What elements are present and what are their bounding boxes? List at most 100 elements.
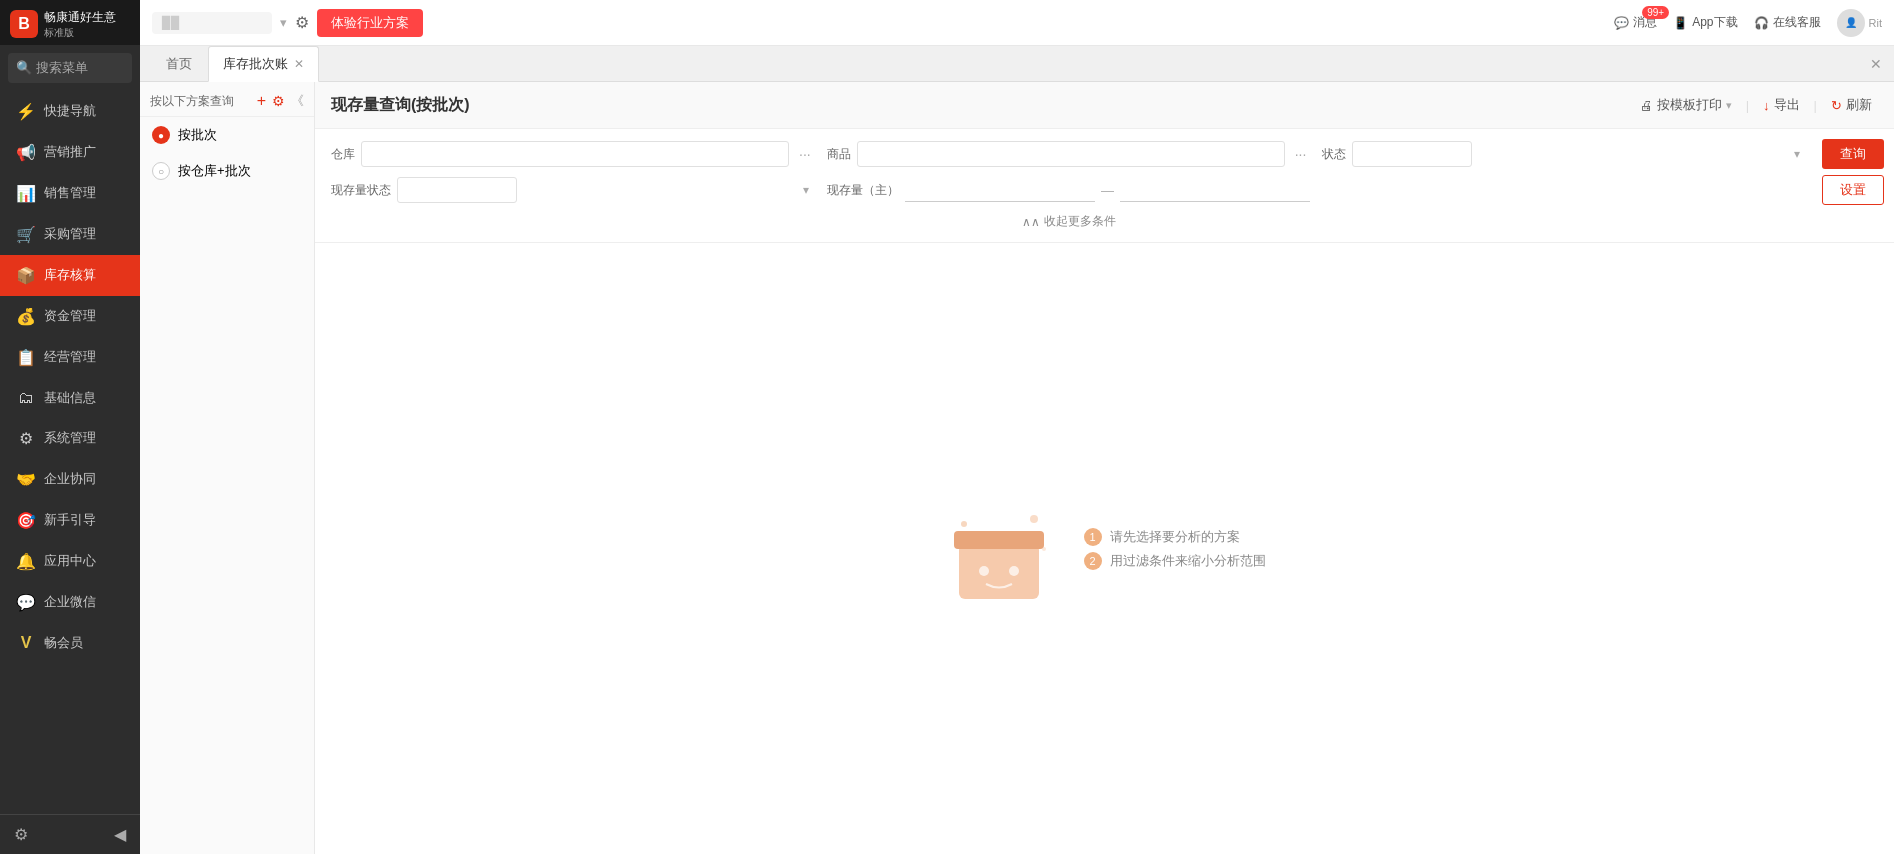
svg-rect-0 — [959, 544, 1039, 599]
svg-point-4 — [1030, 515, 1038, 523]
status-label: 状态 — [1322, 146, 1346, 163]
finance-icon: 💰 — [16, 307, 36, 326]
service-label: 在线客服 — [1773, 14, 1821, 31]
stock-status-arrow: ▾ — [803, 183, 809, 197]
print-label: 按模板打印 — [1657, 96, 1722, 114]
page-header: 现存量查询(按批次) 🖨 按模板打印 ▾ | ↓ 导出 | ↻ — [315, 82, 1894, 129]
sales-icon: 📊 — [16, 184, 36, 203]
scheme-label: 按批次 — [178, 126, 217, 144]
add-scheme-button[interactable]: + — [257, 92, 266, 110]
scheme-settings-button[interactable]: ⚙ — [272, 93, 285, 109]
sidebar-search[interactable]: 🔍 搜索菜单 — [8, 53, 132, 83]
tab-inventory-batch[interactable]: 库存批次账 ✕ — [208, 46, 319, 82]
print-button[interactable]: 🖨 按模板打印 ▾ — [1634, 92, 1738, 118]
topbar-settings-icon[interactable]: ⚙ — [295, 13, 309, 32]
sidebar-item-wechat[interactable]: 💬 企业微信 — [0, 582, 140, 623]
collapse-icon: ∧∧ — [1022, 215, 1040, 229]
sidebar-item-quick-nav[interactable]: ⚡ 快捷导航 — [0, 91, 140, 132]
svg-point-3 — [1009, 566, 1019, 576]
settings-bottom-icon[interactable]: ⚙ — [14, 825, 28, 844]
online-service-button[interactable]: 🎧 在线客服 — [1754, 14, 1821, 31]
message-icon: 💬 — [1614, 16, 1629, 30]
export-icon: ↓ — [1763, 98, 1770, 113]
sidebar-item-operation[interactable]: 📋 经营管理 — [0, 337, 140, 378]
filter-main: 仓库 ··· 商品 ··· 状态 — [315, 129, 1822, 242]
tab-close-all[interactable]: ✕ — [1870, 56, 1882, 72]
warehouse-input[interactable] — [361, 141, 789, 167]
warehouse-more-icon[interactable]: ··· — [795, 146, 815, 162]
stock-qty-from[interactable] — [905, 179, 1095, 202]
sidebar-item-member[interactable]: V 畅会员 — [0, 623, 140, 663]
sidebar-item-corp[interactable]: 🤝 企业协同 — [0, 459, 140, 500]
app-download-button[interactable]: 📱 App下载 — [1673, 14, 1737, 31]
stock-qty-field: 现存量（主） — — [827, 179, 1311, 202]
sidebar-item-appstore[interactable]: 🔔 应用中心 — [0, 541, 140, 582]
tab-home[interactable]: 首页 — [152, 47, 206, 81]
topbar-search-box[interactable]: ▉▉ — [152, 12, 272, 34]
sidebar-bottom: ⚙ ◀ — [0, 814, 140, 854]
topbar-dropdown-arrow[interactable]: ▾ — [280, 15, 287, 30]
stock-qty-to[interactable] — [1120, 179, 1310, 202]
stock-status-select-wrapper: ▾ — [397, 177, 815, 203]
scheme-active-icon: ● — [152, 126, 170, 144]
nav-label: 资金管理 — [44, 307, 96, 325]
print-icon: 🖨 — [1640, 98, 1653, 113]
page-header-actions: 🖨 按模板打印 ▾ | ↓ 导出 | ↻ 刷新 — [1634, 92, 1878, 118]
nav-label: 库存核算 — [44, 266, 96, 284]
sidebar-item-purchase[interactable]: 🛒 采购管理 — [0, 214, 140, 255]
export-label: 导出 — [1774, 96, 1800, 114]
export-button[interactable]: ↓ 导出 — [1757, 92, 1806, 118]
refresh-button[interactable]: ↻ 刷新 — [1825, 92, 1878, 118]
sidebar-item-inventory[interactable]: 📦 库存核算 — [0, 255, 140, 296]
sidebar-nav: ⚡ 快捷导航 📢 营销推广 📊 销售管理 🛒 采购管理 📦 库存核算 💰 资金管… — [0, 91, 140, 814]
scheme-item-batch[interactable]: ● 按批次 — [140, 117, 314, 153]
sidebar-item-basic[interactable]: 🗂 基础信息 — [0, 378, 140, 418]
empty-illustration — [944, 499, 1044, 599]
svg-rect-1 — [954, 531, 1044, 549]
collapse-button[interactable]: ∧∧ 收起更多条件 — [1022, 213, 1116, 230]
hint-num-2: 2 — [1084, 552, 1102, 570]
query-button[interactable]: 查询 — [1822, 139, 1884, 169]
sidebar-item-system[interactable]: ⚙ 系统管理 — [0, 418, 140, 459]
collapse-panel-button[interactable]: 《 — [291, 92, 304, 110]
left-panel-title: 按以下方案查询 — [150, 93, 234, 110]
filter-row-1: 仓库 ··· 商品 ··· 状态 — [331, 141, 1806, 167]
stock-status-select[interactable] — [397, 177, 517, 203]
sidebar-item-finance[interactable]: 💰 资金管理 — [0, 296, 140, 337]
marketing-icon: 📢 — [16, 143, 36, 162]
sidebar-item-sales[interactable]: 📊 销售管理 — [0, 173, 140, 214]
app-download-icon: 📱 — [1673, 16, 1688, 30]
data-area: 1 请先选择要分析的方案 2 用过滤条件来缩小分析范围 — [315, 243, 1894, 854]
corp-icon: 🤝 — [16, 470, 36, 489]
message-button[interactable]: 💬 消息 99+ — [1614, 14, 1657, 31]
appstore-icon: 🔔 — [16, 552, 36, 571]
scheme-item-warehouse-batch[interactable]: ○ 按仓库+批次 — [140, 153, 314, 189]
product-more-icon[interactable]: ··· — [1291, 146, 1311, 162]
warehouse-label: 仓库 — [331, 146, 355, 163]
tab-close-icon[interactable]: ✕ — [294, 57, 304, 71]
sidebar-logo: B — [10, 10, 38, 38]
trial-button[interactable]: 体验行业方案 — [317, 9, 423, 37]
service-icon: 🎧 — [1754, 16, 1769, 30]
nav-label: 企业微信 — [44, 593, 96, 611]
status-field: 状态 ▾ — [1322, 141, 1806, 167]
print-dropdown-icon[interactable]: ▾ — [1726, 99, 1732, 112]
app-download-label: App下载 — [1692, 14, 1737, 31]
sidebar-item-guide[interactable]: 🎯 新手引导 — [0, 500, 140, 541]
main-area: ▉▉ ▾ ⚙ 体验行业方案 💬 消息 99+ 📱 App下载 🎧 在线客服 👤 … — [140, 0, 1894, 854]
sidebar-item-marketing[interactable]: 📢 营销推广 — [0, 132, 140, 173]
empty-state: 1 请先选择要分析的方案 2 用过滤条件来缩小分析范围 — [944, 499, 1266, 599]
hint-text-2: 用过滤条件来缩小分析范围 — [1110, 552, 1266, 570]
filter-side-buttons: 查询 设置 — [1822, 129, 1894, 242]
qty-dash: — — [1101, 183, 1114, 198]
settings-button[interactable]: 设置 — [1822, 175, 1884, 205]
svg-point-6 — [1042, 547, 1046, 551]
nav-label: 新手引导 — [44, 511, 96, 529]
product-input[interactable] — [857, 141, 1285, 167]
nav-label: 快捷导航 — [44, 102, 96, 120]
nav-label: 应用中心 — [44, 552, 96, 570]
status-select[interactable] — [1352, 141, 1472, 167]
collapse-sidebar-icon[interactable]: ◀ — [114, 825, 126, 844]
product-field: 商品 ··· — [827, 141, 1311, 167]
user-area[interactable]: 👤 Rit — [1837, 9, 1882, 37]
